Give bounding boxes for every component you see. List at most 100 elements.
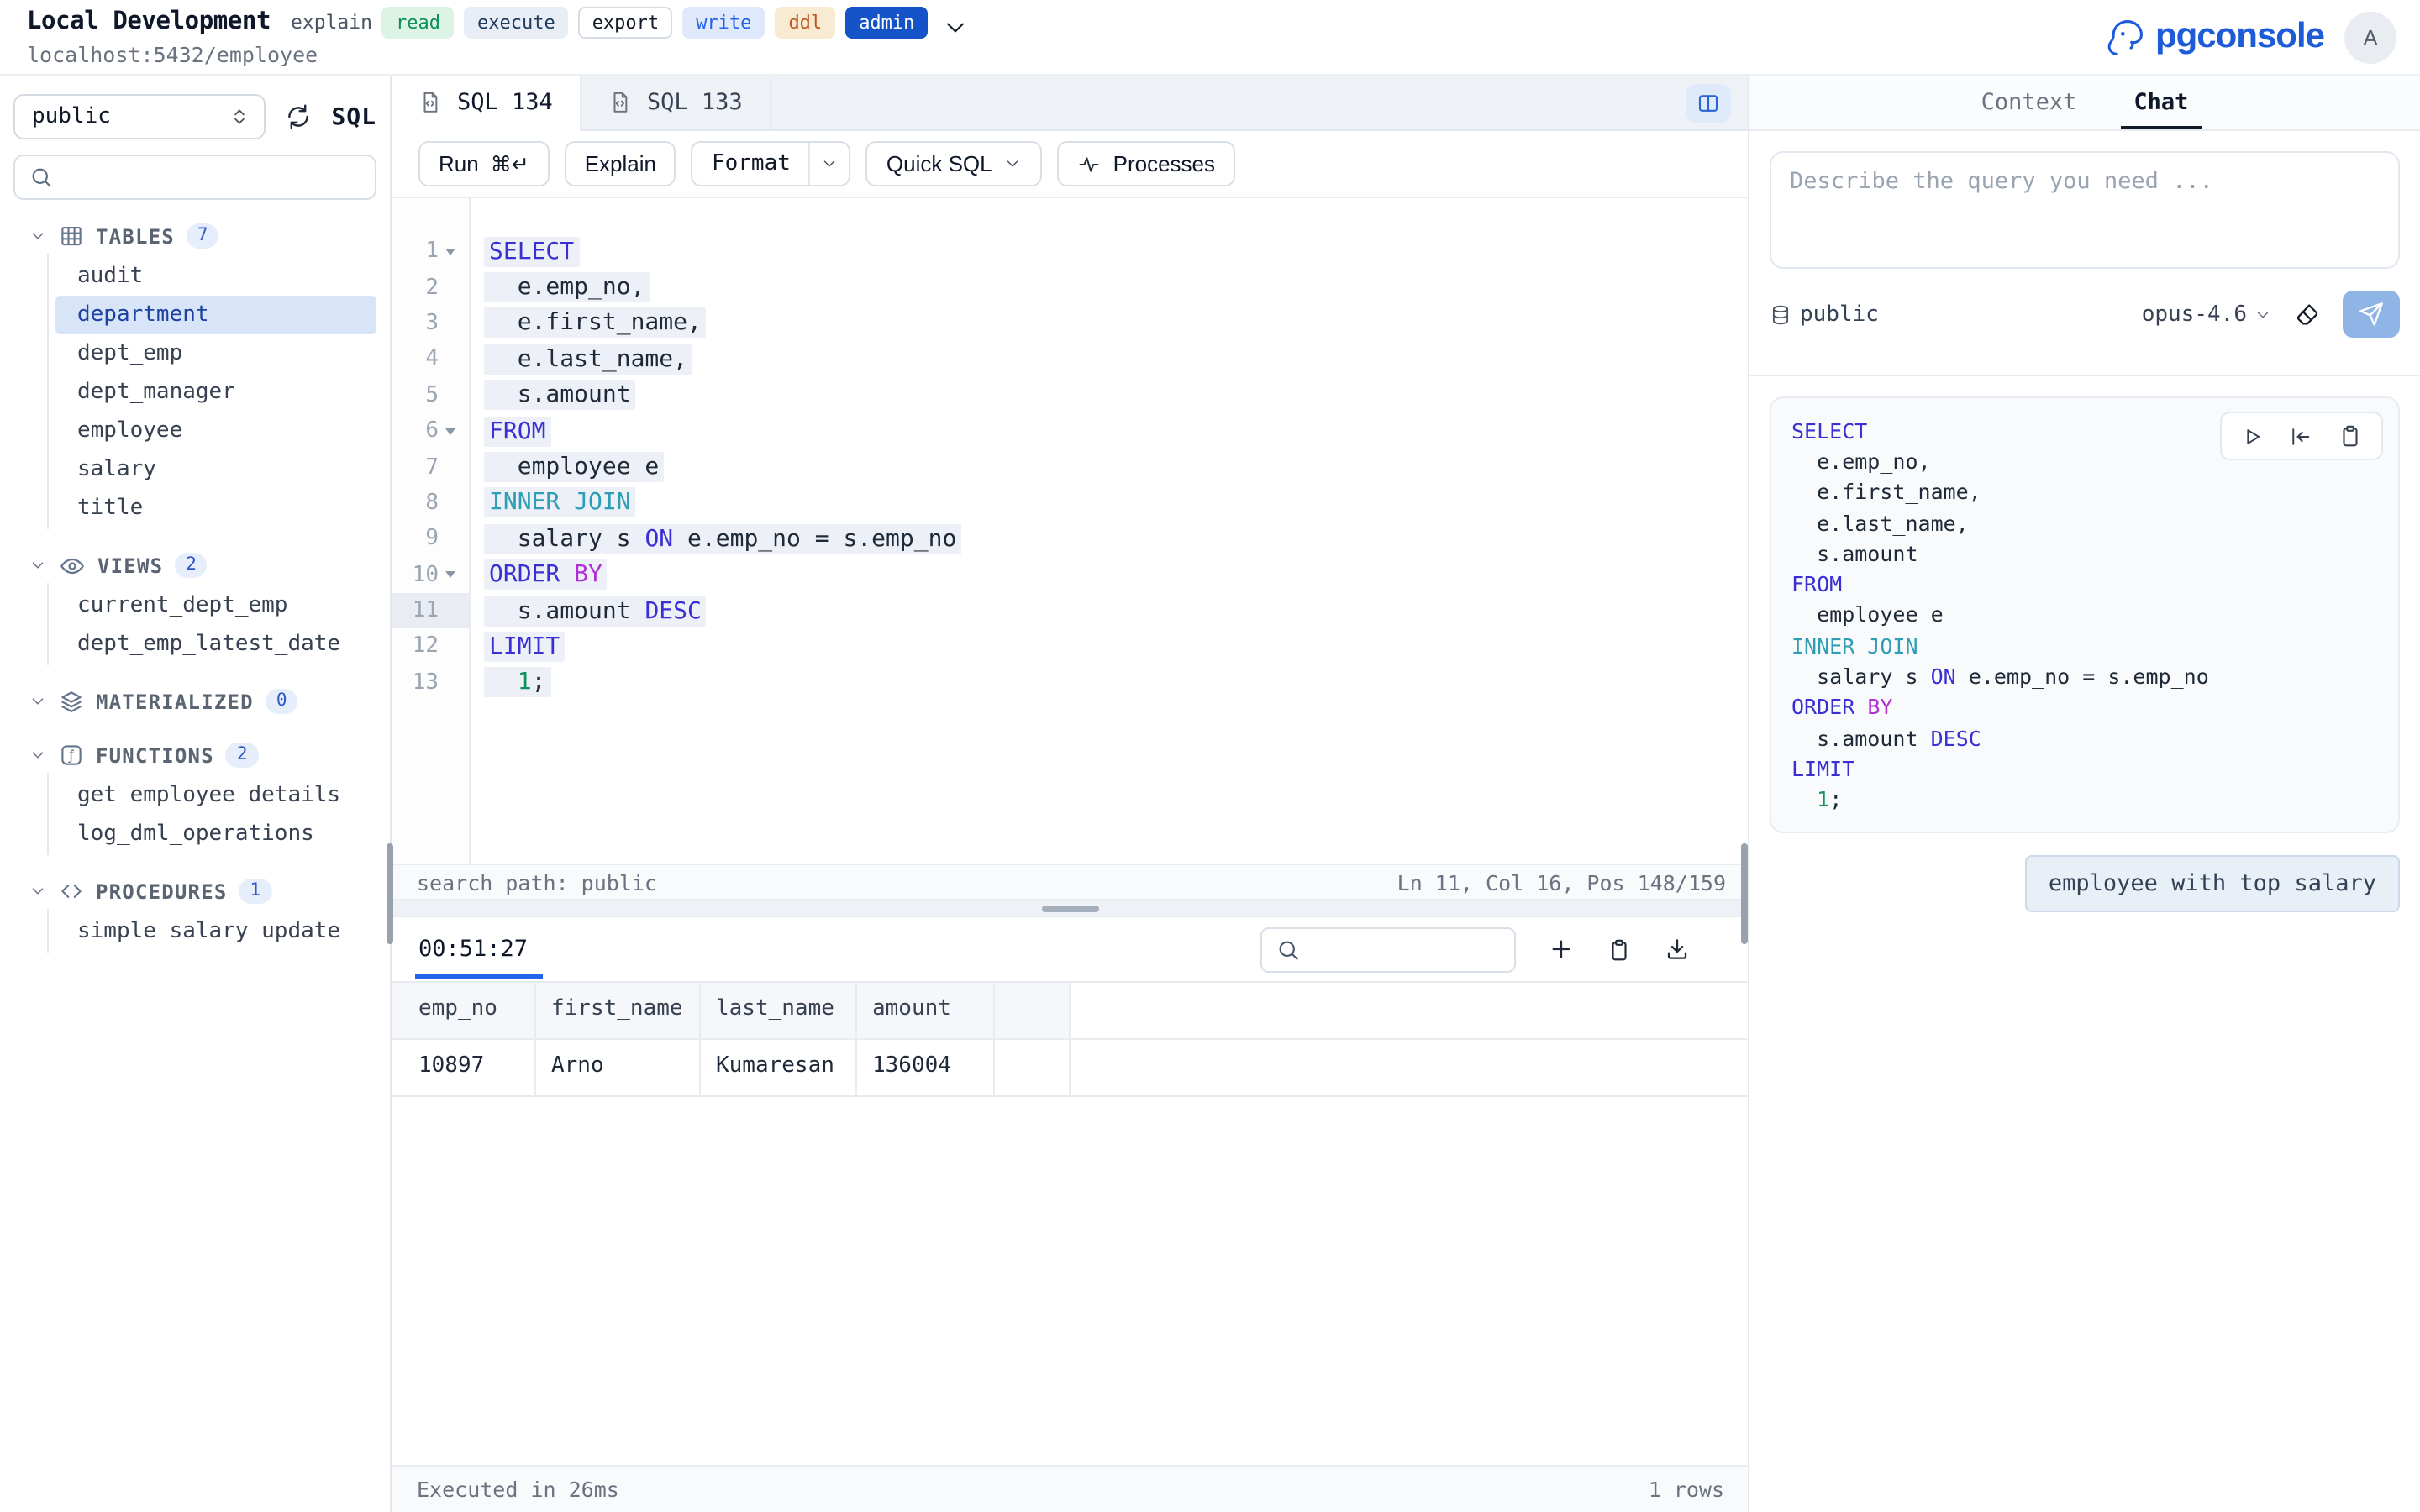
run-button[interactable]: Run ⌘↵ (418, 141, 550, 186)
download-results-icon[interactable] (1664, 936, 1691, 963)
section-count-badge: 1 (239, 879, 272, 904)
sidebar-item-department[interactable]: department (55, 296, 376, 334)
format-button[interactable]: Format (692, 141, 851, 186)
sql-token (1791, 786, 1817, 811)
assistant-code-line: FROM (1791, 569, 2378, 600)
editor-code[interactable]: SELECT e.emp_no, e.first_name, e.last_na… (471, 198, 1748, 864)
sidebar-section-header-views[interactable]: VIEWS2 (0, 548, 390, 583)
results-timer-tab[interactable]: 00:51:27 (417, 920, 536, 979)
section-chevron-icon[interactable] (29, 882, 47, 900)
chat-resize-handle[interactable] (1741, 843, 1747, 944)
gutter-line: 11 (392, 593, 469, 629)
sidebar-item-simple_salary_update[interactable]: simple_salary_update (55, 912, 376, 951)
sidebar-section-header-procedures[interactable]: PROCEDURES1 (0, 874, 390, 909)
quick-sql-button[interactable]: Quick SQL (866, 141, 1043, 186)
section-items: get_employee_detailslog_dml_operations (47, 773, 390, 855)
sql-token: 1 (518, 669, 532, 696)
assistant-code-line: 1; (1791, 784, 2378, 815)
sql-token: SELECT (1791, 417, 1867, 443)
run-label: Run (439, 151, 479, 176)
editor-tab-sql-133[interactable]: SQL 133 (581, 76, 771, 129)
avatar-initial: A (2363, 24, 2377, 50)
editor-tab-sql-134[interactable]: SQL 134 (392, 76, 581, 131)
column-header-empty (995, 983, 1071, 1038)
sidebar-section-header-materialized[interactable]: MATERIALIZED0 (0, 684, 390, 719)
processes-button[interactable]: Processes (1058, 141, 1235, 186)
section-chevron-icon[interactable] (29, 227, 47, 245)
section-chevron-icon[interactable] (29, 692, 47, 711)
copy-snippet-icon[interactable] (2338, 423, 2363, 449)
editor-tabbar: SQL 134SQL 133 (392, 76, 1748, 131)
code-line-text: e.first_name, (484, 308, 707, 339)
column-header-first_name[interactable]: first_name (536, 983, 701, 1038)
sidebar-item-dept_manager[interactable]: dept_manager (55, 373, 376, 412)
sql-mode-label[interactable]: SQL (331, 103, 376, 130)
chat-prompt-input[interactable] (1770, 151, 2400, 269)
add-tab-icon[interactable] (1548, 936, 1575, 963)
sidebar-item-dept_emp_latest_date[interactable]: dept_emp_latest_date (55, 625, 376, 664)
sidebar-section-header-tables[interactable]: TABLES7 (0, 218, 390, 254)
permission-badge-export: export (579, 6, 673, 38)
explain-button[interactable]: Explain (565, 141, 676, 186)
connection-menu-chevron-icon[interactable] (943, 14, 968, 39)
sql-token: INNER JOIN (1791, 633, 1918, 658)
schema-select[interactable]: public (13, 94, 266, 139)
line-number: 13 (405, 670, 439, 696)
fold-arrow-icon[interactable] (439, 428, 460, 434)
split-view-button[interactable] (1686, 83, 1731, 122)
column-header-amount[interactable]: amount (857, 983, 995, 1038)
explain-label: explain (291, 10, 372, 34)
insert-snippet-icon[interactable] (2289, 424, 2312, 448)
section-chevron-icon[interactable] (29, 556, 47, 575)
sidebar-item-title[interactable]: title (55, 489, 376, 528)
sidebar-resize-handle[interactable] (387, 843, 392, 944)
run-snippet-icon[interactable] (2240, 424, 2264, 448)
tab-context[interactable]: Context (1978, 76, 2081, 129)
sql-token: employee e (489, 454, 659, 480)
column-header-emp_no[interactable]: emp_no (392, 983, 536, 1038)
chat-schema-context[interactable]: public (1770, 302, 1879, 327)
send-button[interactable] (2343, 291, 2400, 338)
clear-chat-icon[interactable] (2294, 301, 2321, 328)
format-chevron-icon[interactable] (809, 143, 850, 185)
sidebar-item-dept_emp[interactable]: dept_emp (55, 334, 376, 373)
avatar[interactable]: A (2344, 11, 2396, 63)
sidebar-item-employee[interactable]: employee (55, 412, 376, 450)
assistant-code-line: LIMIT (1791, 753, 2378, 785)
results-resize-handle[interactable] (1041, 905, 1098, 911)
permission-badge-read: read (382, 6, 454, 38)
line-number: 4 (405, 347, 439, 372)
sql-token: e.emp_no = s.emp_no (673, 526, 956, 553)
sidebar-item-current_dept_emp[interactable]: current_dept_emp (55, 586, 376, 625)
code-line-text: salary s ON e.emp_no = s.emp_no (484, 524, 961, 554)
tab-chat[interactable]: Chat (2130, 76, 2191, 129)
sidebar-search-input[interactable] (64, 163, 361, 192)
column-header-last_name[interactable]: last_name (701, 983, 857, 1038)
sql-editor[interactable]: 12345678910111213 SELECT e.emp_no, e.fir… (392, 198, 1748, 864)
sidebar-item-audit[interactable]: audit (55, 257, 376, 296)
table-row[interactable]: 10897ArnoKumaresan136004 (392, 1040, 1748, 1097)
section-chevron-icon[interactable] (29, 746, 47, 764)
sidebar-search[interactable] (13, 155, 376, 200)
sidebar-item-log_dml_operations[interactable]: log_dml_operations (55, 815, 376, 853)
section-count-badge: 2 (226, 743, 259, 768)
results-search-input[interactable] (1311, 935, 1501, 963)
grid-icon (59, 223, 84, 249)
model-select[interactable]: opus-4.6 (2142, 302, 2272, 327)
sidebar-item-salary[interactable]: salary (55, 450, 376, 489)
fold-arrow-icon[interactable] (439, 248, 460, 255)
line-number: 8 (405, 491, 439, 516)
copy-results-icon[interactable] (1607, 937, 1632, 962)
user-message-bubble: employee with top salary (2025, 855, 2400, 912)
fold-arrow-icon[interactable] (439, 571, 460, 578)
refresh-icon[interactable] (284, 102, 313, 131)
sidebar-section-header-functions[interactable]: ƒFUNCTIONS2 (0, 738, 390, 773)
sidebar-item-get_employee_details[interactable]: get_employee_details (55, 776, 376, 815)
sql-token: s.amount (489, 597, 644, 624)
brand-name: pgconsole (2155, 17, 2324, 57)
code-line-text: INNER JOIN (484, 488, 636, 518)
results-search[interactable] (1260, 927, 1516, 972)
assistant-tabbar: Context Chat (1749, 76, 2420, 131)
line-number: 2 (405, 275, 439, 300)
sidebar-section-tables: TABLES7auditdepartmentdept_empdept_manag… (0, 218, 390, 529)
